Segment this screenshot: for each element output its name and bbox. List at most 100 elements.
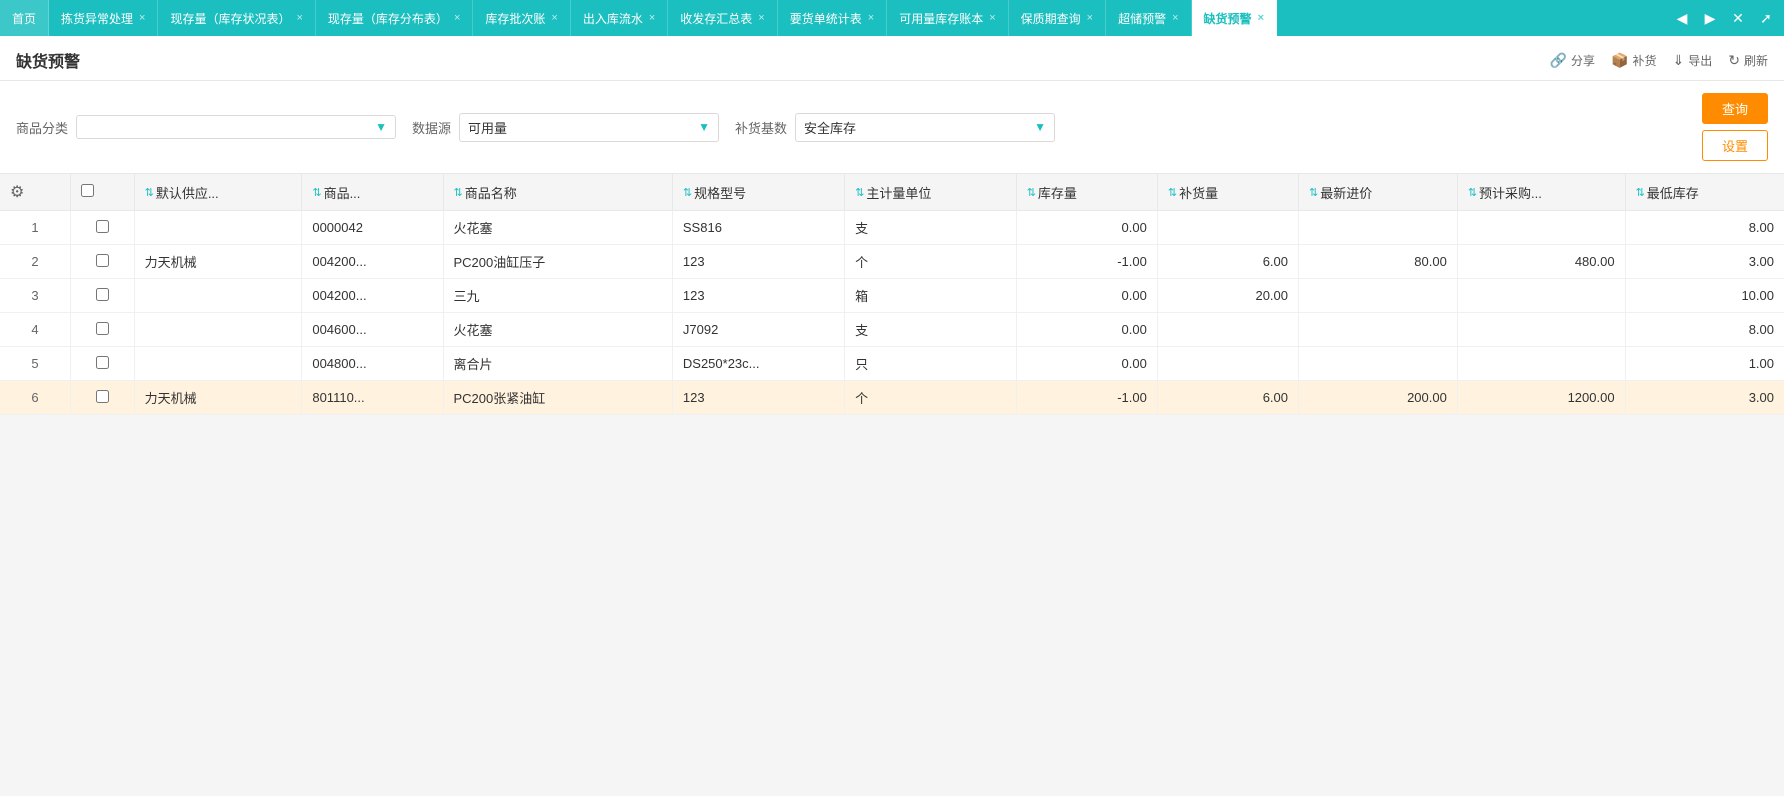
nav-tab-home[interactable]: 首页 xyxy=(0,0,49,36)
replenish-base-label: 补货基数 xyxy=(735,118,787,137)
nav-next-btn[interactable]: ▶ xyxy=(1696,4,1724,32)
page-header: 缺货预警 🔗 分享 📦 补货 ⇓ 导出 ↻ 刷新 xyxy=(0,36,1784,81)
nav-tab-label: 拣货异常处理 xyxy=(61,10,133,27)
minstck-cell: 1.00 xyxy=(1625,347,1784,381)
spec-cell: 123 xyxy=(672,381,844,415)
table-row[interactable]: 6力天机械801110...PC200张紧油缸123个-1.006.00200.… xyxy=(0,381,1784,415)
th-estpurchase[interactable]: ⇅预计采购... xyxy=(1457,174,1625,211)
th-label-replenish: 补货量 xyxy=(1179,183,1218,202)
replenish-cell: 6.00 xyxy=(1157,381,1298,415)
th-code[interactable]: ⇅商品... xyxy=(302,174,443,211)
refresh-icon: ↻ xyxy=(1728,52,1740,69)
stock-cell: 0.00 xyxy=(1016,313,1157,347)
seq-cell: 4 xyxy=(0,313,71,347)
nav-tab-close-icon[interactable]: × xyxy=(989,12,995,24)
th-supplier[interactable]: ⇅默认供应... xyxy=(134,174,302,211)
table-row[interactable]: 10000042火花塞SS816支0.008.00 xyxy=(0,211,1784,245)
table-row[interactable]: 5004800...离合片DS250*23c...只0.001.00 xyxy=(0,347,1784,381)
th-label-name: 商品名称 xyxy=(465,183,517,202)
row-checkbox[interactable] xyxy=(96,390,109,403)
datasource-value: 可用量 xyxy=(468,118,507,137)
settings-button[interactable]: 设置 xyxy=(1702,130,1768,161)
stock-cell: 0.00 xyxy=(1016,279,1157,313)
category-arrow-icon: ▼ xyxy=(375,120,387,134)
datasource-select[interactable]: 可用量 ▼ xyxy=(459,113,719,142)
nav-tab-xianzun2[interactable]: 现存量（库存分布表） × xyxy=(316,0,473,36)
nav-tab-shoufasun[interactable]: 收发存汇总表 × xyxy=(668,0,777,36)
sort-icon-estpurchase: ⇅ xyxy=(1468,186,1477,199)
row-checkbox[interactable] xyxy=(96,288,109,301)
replenish-base-select[interactable]: 安全库存 ▼ xyxy=(795,113,1055,142)
nav-tab-yaohuo[interactable]: 要货单统计表× xyxy=(778,0,887,36)
category-select[interactable]: ▼ xyxy=(76,115,396,139)
nav-tab-close-icon[interactable]: × xyxy=(139,12,145,24)
row-checkbox[interactable] xyxy=(96,220,109,233)
query-button[interactable]: 查询 xyxy=(1702,93,1768,124)
nav-tab-label: 现存量（库存分布表） xyxy=(328,10,448,27)
minstck-cell: 3.00 xyxy=(1625,381,1784,415)
sort-icon-unit: ⇅ xyxy=(855,186,864,199)
nav-close-btn[interactable]: ✕ xyxy=(1724,4,1752,32)
row-checkbox[interactable] xyxy=(96,254,109,267)
sort-icon-spec: ⇅ xyxy=(683,186,692,199)
export-btn[interactable]: ⇓ 导出 xyxy=(1673,52,1713,69)
th-price[interactable]: ⇅最新进价 xyxy=(1299,174,1458,211)
code-cell: 0000042 xyxy=(302,211,443,245)
nav-tab-close-icon[interactable]: × xyxy=(1172,12,1178,24)
replenish-btn[interactable]: 📦 补货 xyxy=(1611,52,1656,69)
nav-tab-close-icon[interactable]: × xyxy=(551,12,557,24)
estpurchase-cell xyxy=(1457,313,1625,347)
nav-tab-close-icon[interactable]: × xyxy=(454,12,460,24)
gear-icon[interactable]: ⚙ xyxy=(10,184,24,201)
seq-cell: 3 xyxy=(0,279,71,313)
refresh-btn[interactable]: ↻ 刷新 xyxy=(1728,52,1768,69)
nav-tab-chaochuyu[interactable]: 超储预警× xyxy=(1106,0,1191,36)
datasource-filter-group: 数据源 可用量 ▼ xyxy=(412,113,719,142)
nav-tab-keyong[interactable]: 可用量库存账本 × xyxy=(887,0,1008,36)
unit-cell: 支 xyxy=(845,313,1017,347)
th-minstck[interactable]: ⇅最低库存 xyxy=(1625,174,1784,211)
name-cell: PC200张紧油缸 xyxy=(443,381,672,415)
minstck-cell: 8.00 xyxy=(1625,313,1784,347)
nav-tab-close-icon[interactable]: × xyxy=(758,12,764,24)
th-spec[interactable]: ⇅规格型号 xyxy=(672,174,844,211)
price-cell xyxy=(1299,211,1458,245)
table-row[interactable]: 2力天机械004200...PC200油缸压子123个-1.006.0080.0… xyxy=(0,245,1784,279)
table-row[interactable]: 4004600...火花塞J7092支0.008.00 xyxy=(0,313,1784,347)
nav-tab-liancun[interactable]: 拣货异常处理 × xyxy=(49,0,158,36)
nav-tab-baozhiqi[interactable]: 保质期查询× xyxy=(1009,0,1106,36)
row-checkbox[interactable] xyxy=(96,356,109,369)
row-checkbox[interactable] xyxy=(96,322,109,335)
th-stock[interactable]: ⇅库存量 xyxy=(1016,174,1157,211)
nav-fullscreen-btn[interactable]: ➚ xyxy=(1752,4,1780,32)
filter-area: 商品分类 ▼ 数据源 可用量 ▼ 补货基数 安全库存 ▼ 查询 设置 xyxy=(0,81,1784,173)
nav-tab-label: 可用量库存账本 xyxy=(899,10,983,27)
th-unit[interactable]: ⇅主计量单位 xyxy=(845,174,1017,211)
nav-prev-btn[interactable]: ◀ xyxy=(1668,4,1696,32)
nav-tab-xianzun1[interactable]: 现存量（库存状况表） × xyxy=(158,0,315,36)
share-btn[interactable]: 🔗 分享 xyxy=(1550,52,1595,69)
sort-icon-price: ⇅ xyxy=(1309,186,1318,199)
select-all-checkbox[interactable] xyxy=(81,184,94,197)
table-header: ⚙⇅默认供应...⇅商品...⇅商品名称⇅规格型号⇅主计量单位⇅库存量⇅补货量⇅… xyxy=(0,174,1784,211)
th-replenish[interactable]: ⇅补货量 xyxy=(1157,174,1298,211)
nav-tab-quehuo[interactable]: 缺货预警× xyxy=(1192,0,1277,36)
nav-tab-close-icon[interactable]: × xyxy=(1087,12,1093,24)
table-row[interactable]: 3004200...三九123箱0.0020.0010.00 xyxy=(0,279,1784,313)
th-name[interactable]: ⇅商品名称 xyxy=(443,174,672,211)
nav-tab-close-icon[interactable]: × xyxy=(868,12,874,24)
nav-tab-kucun[interactable]: 库存批次账× xyxy=(473,0,570,36)
nav-tab-churu[interactable]: 出入库流水× xyxy=(571,0,668,36)
nav-tab-close-icon[interactable]: × xyxy=(296,12,302,24)
filter-right-btns: 查询 设置 xyxy=(1702,93,1768,161)
nav-tab-close-icon[interactable]: × xyxy=(649,12,655,24)
estpurchase-cell xyxy=(1457,211,1625,245)
spec-cell: J7092 xyxy=(672,313,844,347)
nav-tab-label: 收发存汇总表 xyxy=(680,10,752,27)
nav-tab-label: 现存量（库存状况表） xyxy=(170,10,290,27)
main-table: ⚙⇅默认供应...⇅商品...⇅商品名称⇅规格型号⇅主计量单位⇅库存量⇅补货量⇅… xyxy=(0,173,1784,415)
page-title: 缺货预警 xyxy=(16,48,80,72)
code-cell: 004800... xyxy=(302,347,443,381)
datasource-arrow-icon: ▼ xyxy=(698,120,710,134)
nav-tab-close-icon[interactable]: × xyxy=(1258,12,1264,24)
